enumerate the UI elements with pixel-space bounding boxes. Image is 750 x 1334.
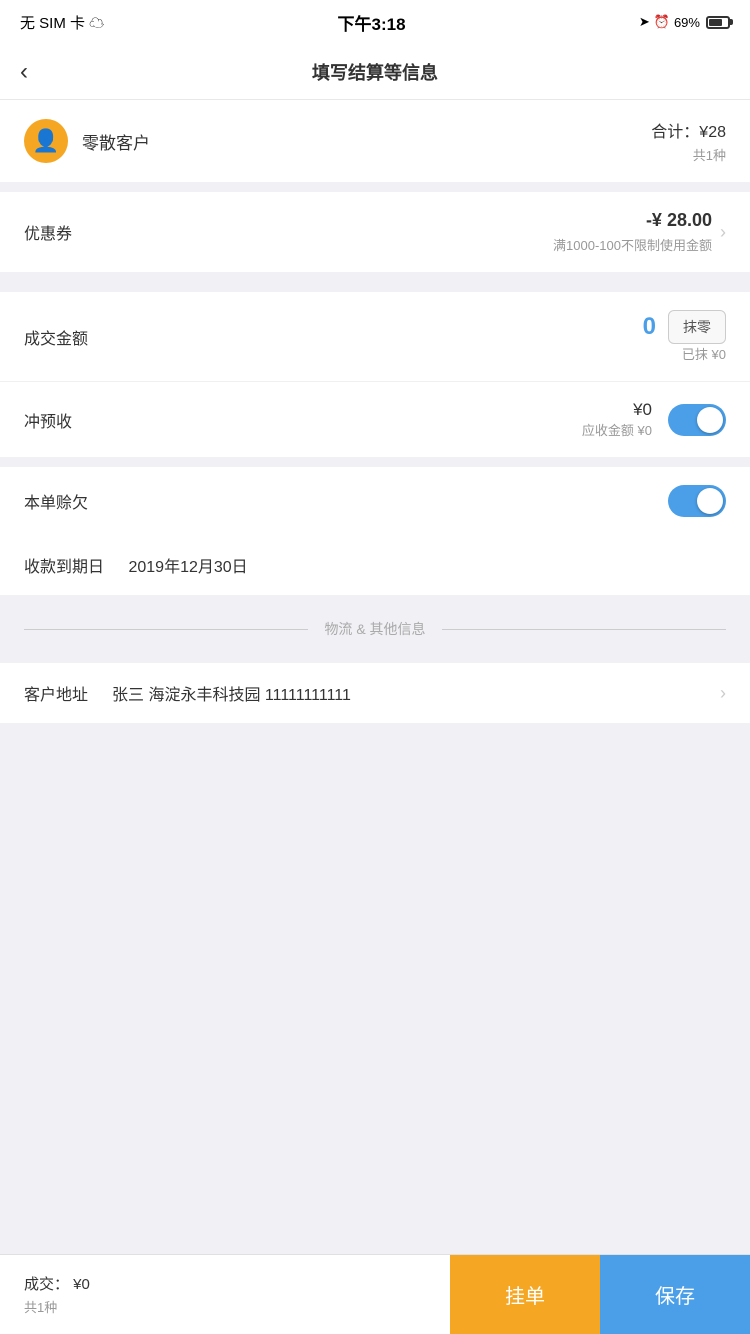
due-date-value: 2019年12月30日 <box>128 559 247 576</box>
logistics-text: 物流 & 其他信息 <box>324 619 425 639</box>
status-bar-right: ➤ ⏰ 69% <box>639 14 730 30</box>
coupon-amount: -¥ 28.00 <box>646 210 712 231</box>
avatar: 👤 <box>24 119 68 163</box>
back-button[interactable]: ‹ <box>12 50 36 94</box>
debt-toggle[interactable] <box>668 485 726 517</box>
avatar-icon: 👤 <box>32 128 59 154</box>
toggle-knob <box>697 407 723 433</box>
round-button[interactable]: 抹零 <box>668 310 726 344</box>
bottom-transaction-amount: 成交： ¥0 <box>24 1273 426 1294</box>
battery-icon <box>706 16 730 29</box>
nav-bar: ‹ 填写结算等信息 <box>0 44 750 100</box>
divider-line-left <box>24 629 308 630</box>
transaction-right: 抹零 已抹 ¥0 <box>536 310 726 363</box>
status-bar-time: 下午3:18 <box>338 10 406 35</box>
transaction-row: 成交金额 抹零 已抹 ¥0 <box>0 292 750 381</box>
coupon-desc: 满1000-100不限制使用金额 <box>553 235 712 254</box>
customer-count: 共1种 <box>651 145 726 164</box>
prepay-amount: ¥0 <box>633 400 652 420</box>
prepay-label: 冲预收 <box>24 408 72 432</box>
separator-5 <box>0 723 750 733</box>
customer-info: 👤 零散客户 <box>24 119 150 163</box>
status-bar-left: 无 SIM 卡 ☁ <box>20 12 104 33</box>
alarm-icon: ⏰ <box>654 14 670 30</box>
debt-toggle-knob <box>697 488 723 514</box>
debt-row: 本单赊欠 <box>0 467 750 535</box>
save-button[interactable]: 保存 <box>600 1255 750 1334</box>
address-row[interactable]: 客户地址 张三 海淀永丰科技园 11111111111 › <box>0 663 750 723</box>
due-date-row: 收款到期日 2019年12月30日 <box>0 535 750 595</box>
customer-summary: 合计：¥28 共1种 <box>651 118 726 164</box>
prepay-sub: 应收金额 ¥0 <box>582 420 652 439</box>
due-date-label: 收款到期日 <box>24 559 104 576</box>
address-chevron-icon: › <box>720 683 726 704</box>
battery-percent: 69% <box>674 15 700 30</box>
sim-status: 无 SIM 卡 ☁ <box>20 12 104 33</box>
prepay-row: 冲预收 ¥0 应收金额 ¥0 <box>0 381 750 457</box>
prepay-right: ¥0 应收金额 ¥0 <box>582 400 726 439</box>
chevron-right-icon: › <box>720 222 726 243</box>
coupon-label: 优惠券 <box>24 220 72 244</box>
prepay-amounts: ¥0 应收金额 ¥0 <box>582 400 652 439</box>
customer-row: 👤 零散客户 合计：¥28 共1种 <box>0 100 750 182</box>
separator-2 <box>0 457 750 467</box>
transaction-label: 成交金额 <box>24 325 88 349</box>
pending-button[interactable]: 挂单 <box>450 1255 600 1334</box>
coupon-right: -¥ 28.00 满1000-100不限制使用金额 › <box>553 210 726 254</box>
content: 👤 零散客户 合计：¥28 共1种 优惠券 -¥ 28.00 满1000-100… <box>0 100 750 833</box>
separator-4 <box>0 653 750 663</box>
customer-total: 合计：¥28 <box>651 118 726 142</box>
bottom-bar: 成交： ¥0 共1种 挂单 保存 <box>0 1254 750 1334</box>
location-icon: ➤ <box>639 14 650 30</box>
logistics-divider: 物流 & 其他信息 <box>0 605 750 653</box>
divider-line-right <box>442 629 726 630</box>
separator-1 <box>0 282 750 292</box>
bottom-item-count: 共1种 <box>24 1297 426 1316</box>
customer-name: 零散客户 <box>82 129 150 154</box>
status-bar: 无 SIM 卡 ☁ 下午3:18 ➤ ⏰ 69% <box>0 0 750 44</box>
page-title: 填写结算等信息 <box>312 59 438 85</box>
debt-label: 本单赊欠 <box>24 489 88 513</box>
transaction-input[interactable] <box>536 313 656 341</box>
address-label: 客户地址 <box>24 681 88 705</box>
bottom-summary: 成交： ¥0 共1种 <box>0 1255 450 1334</box>
separator-3 <box>0 595 750 605</box>
coupon-row[interactable]: 优惠券 -¥ 28.00 满1000-100不限制使用金额 › <box>0 192 750 272</box>
prepay-toggle[interactable] <box>668 404 726 436</box>
coupon-value: -¥ 28.00 满1000-100不限制使用金额 <box>553 210 712 254</box>
transaction-top: 抹零 <box>536 310 726 344</box>
address-value: 张三 海淀永丰科技园 11111111111 <box>112 681 712 705</box>
transaction-sub: 已抹 ¥0 <box>682 344 726 363</box>
